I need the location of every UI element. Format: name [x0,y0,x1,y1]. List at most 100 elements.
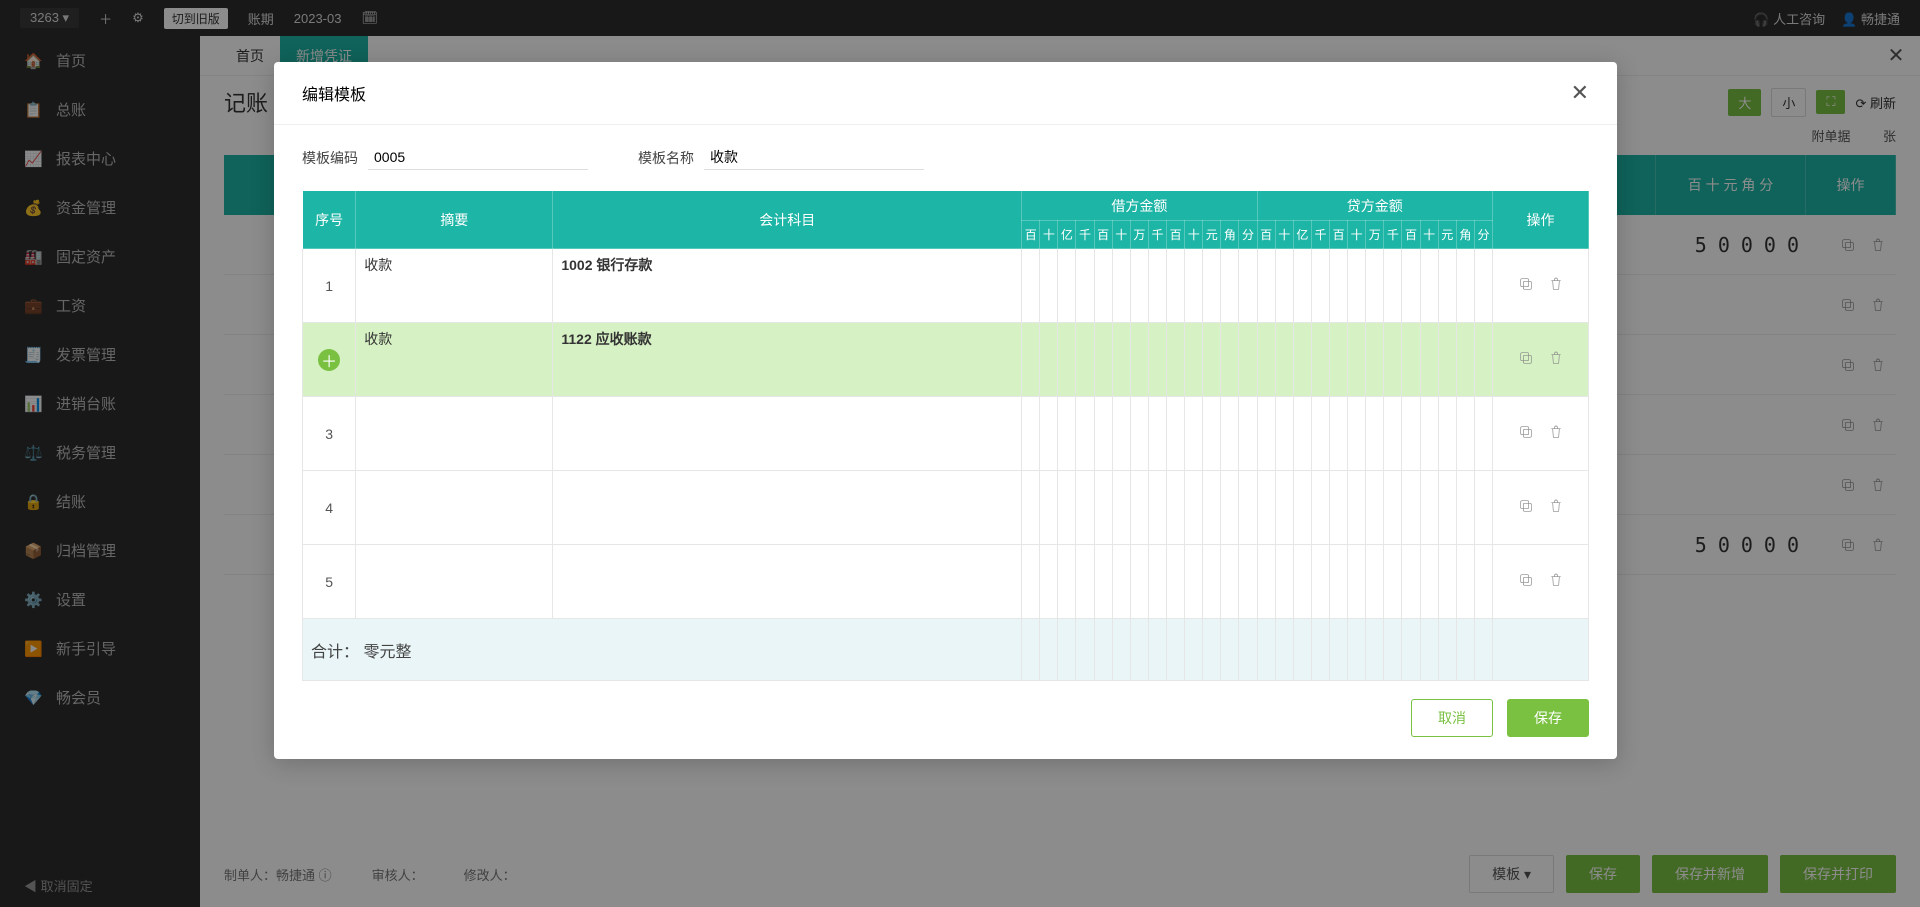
digit-cell[interactable] [1094,471,1112,545]
digit-cell[interactable] [1311,545,1329,619]
digit-cell[interactable] [1094,397,1112,471]
digit-cell[interactable] [1257,397,1275,471]
digit-cell[interactable] [1076,471,1094,545]
digit-cell[interactable] [1203,471,1221,545]
digit-cell[interactable] [1167,397,1185,471]
digit-cell[interactable] [1058,323,1076,397]
digit-cell[interactable] [1402,545,1420,619]
digit-cell[interactable] [1293,397,1311,471]
digit-cell[interactable] [1275,471,1293,545]
digit-cell[interactable] [1438,323,1456,397]
digit-cell[interactable] [1112,397,1130,471]
table-row[interactable]: ＋收款1122 应收账款 [303,323,1589,397]
digit-cell[interactable] [1148,249,1166,323]
digit-cell[interactable] [1257,545,1275,619]
table-row[interactable]: 4 [303,471,1589,545]
digit-cell[interactable] [1384,397,1402,471]
digit-cell[interactable] [1148,323,1166,397]
digit-cell[interactable] [1148,471,1166,545]
cell-subject[interactable] [553,471,1022,545]
digit-cell[interactable] [1438,249,1456,323]
digit-cell[interactable] [1384,323,1402,397]
digit-cell[interactable] [1366,249,1384,323]
delete-icon[interactable] [1548,276,1564,292]
digit-cell[interactable] [1112,323,1130,397]
delete-icon[interactable] [1548,350,1564,366]
digit-cell[interactable] [1293,323,1311,397]
digit-cell[interactable] [1311,471,1329,545]
digit-cell[interactable] [1420,545,1438,619]
digit-cell[interactable] [1275,397,1293,471]
digit-cell[interactable] [1402,471,1420,545]
digit-cell[interactable] [1275,545,1293,619]
digit-cell[interactable] [1402,323,1420,397]
digit-cell[interactable] [1148,545,1166,619]
digit-cell[interactable] [1239,471,1257,545]
digit-cell[interactable] [1420,397,1438,471]
digit-cell[interactable] [1203,249,1221,323]
digit-cell[interactable] [1438,545,1456,619]
copy-icon[interactable] [1518,276,1534,292]
digit-cell[interactable] [1456,397,1474,471]
digit-cell[interactable] [1330,545,1348,619]
digit-cell[interactable] [1022,323,1040,397]
digit-cell[interactable] [1366,545,1384,619]
digit-cell[interactable] [1311,323,1329,397]
digit-cell[interactable] [1094,545,1112,619]
digit-cell[interactable] [1040,397,1058,471]
digit-cell[interactable] [1275,323,1293,397]
digit-cell[interactable] [1221,249,1239,323]
digit-cell[interactable] [1456,323,1474,397]
cell-summary[interactable] [356,397,553,471]
digit-cell[interactable] [1076,397,1094,471]
copy-icon[interactable] [1518,350,1534,366]
digit-cell[interactable] [1167,545,1185,619]
digit-cell[interactable] [1040,249,1058,323]
digit-cell[interactable] [1456,471,1474,545]
digit-cell[interactable] [1058,545,1076,619]
digit-cell[interactable] [1130,397,1148,471]
digit-cell[interactable] [1148,397,1166,471]
digit-cell[interactable] [1040,471,1058,545]
digit-cell[interactable] [1239,545,1257,619]
cell-subject[interactable]: 1122 应收账款 [553,323,1022,397]
digit-cell[interactable] [1022,397,1040,471]
digit-cell[interactable] [1058,249,1076,323]
digit-cell[interactable] [1330,249,1348,323]
cell-subject[interactable] [553,545,1022,619]
digit-cell[interactable] [1311,249,1329,323]
digit-cell[interactable] [1239,323,1257,397]
digit-cell[interactable] [1221,545,1239,619]
template-code-input[interactable] [368,145,588,170]
save-button[interactable]: 保存 [1507,699,1589,737]
digit-cell[interactable] [1293,249,1311,323]
add-row-button[interactable]: ＋ [318,349,340,371]
digit-cell[interactable] [1185,323,1203,397]
digit-cell[interactable] [1402,249,1420,323]
digit-cell[interactable] [1022,545,1040,619]
digit-cell[interactable] [1456,249,1474,323]
digit-cell[interactable] [1384,545,1402,619]
digit-cell[interactable] [1130,323,1148,397]
digit-cell[interactable] [1094,323,1112,397]
cell-summary[interactable] [356,545,553,619]
digit-cell[interactable] [1384,249,1402,323]
digit-cell[interactable] [1130,545,1148,619]
digit-cell[interactable] [1167,323,1185,397]
digit-cell[interactable] [1185,471,1203,545]
digit-cell[interactable] [1293,471,1311,545]
digit-cell[interactable] [1348,397,1366,471]
copy-icon[interactable] [1518,498,1534,514]
modal-close-button[interactable]: ✕ [1571,80,1589,106]
digit-cell[interactable] [1058,471,1076,545]
digit-cell[interactable] [1420,471,1438,545]
digit-cell[interactable] [1167,249,1185,323]
digit-cell[interactable] [1130,249,1148,323]
digit-cell[interactable] [1420,249,1438,323]
digit-cell[interactable] [1366,323,1384,397]
template-name-input[interactable] [704,145,924,170]
digit-cell[interactable] [1293,545,1311,619]
digit-cell[interactable] [1239,397,1257,471]
table-row[interactable]: 3 [303,397,1589,471]
digit-cell[interactable] [1221,323,1239,397]
